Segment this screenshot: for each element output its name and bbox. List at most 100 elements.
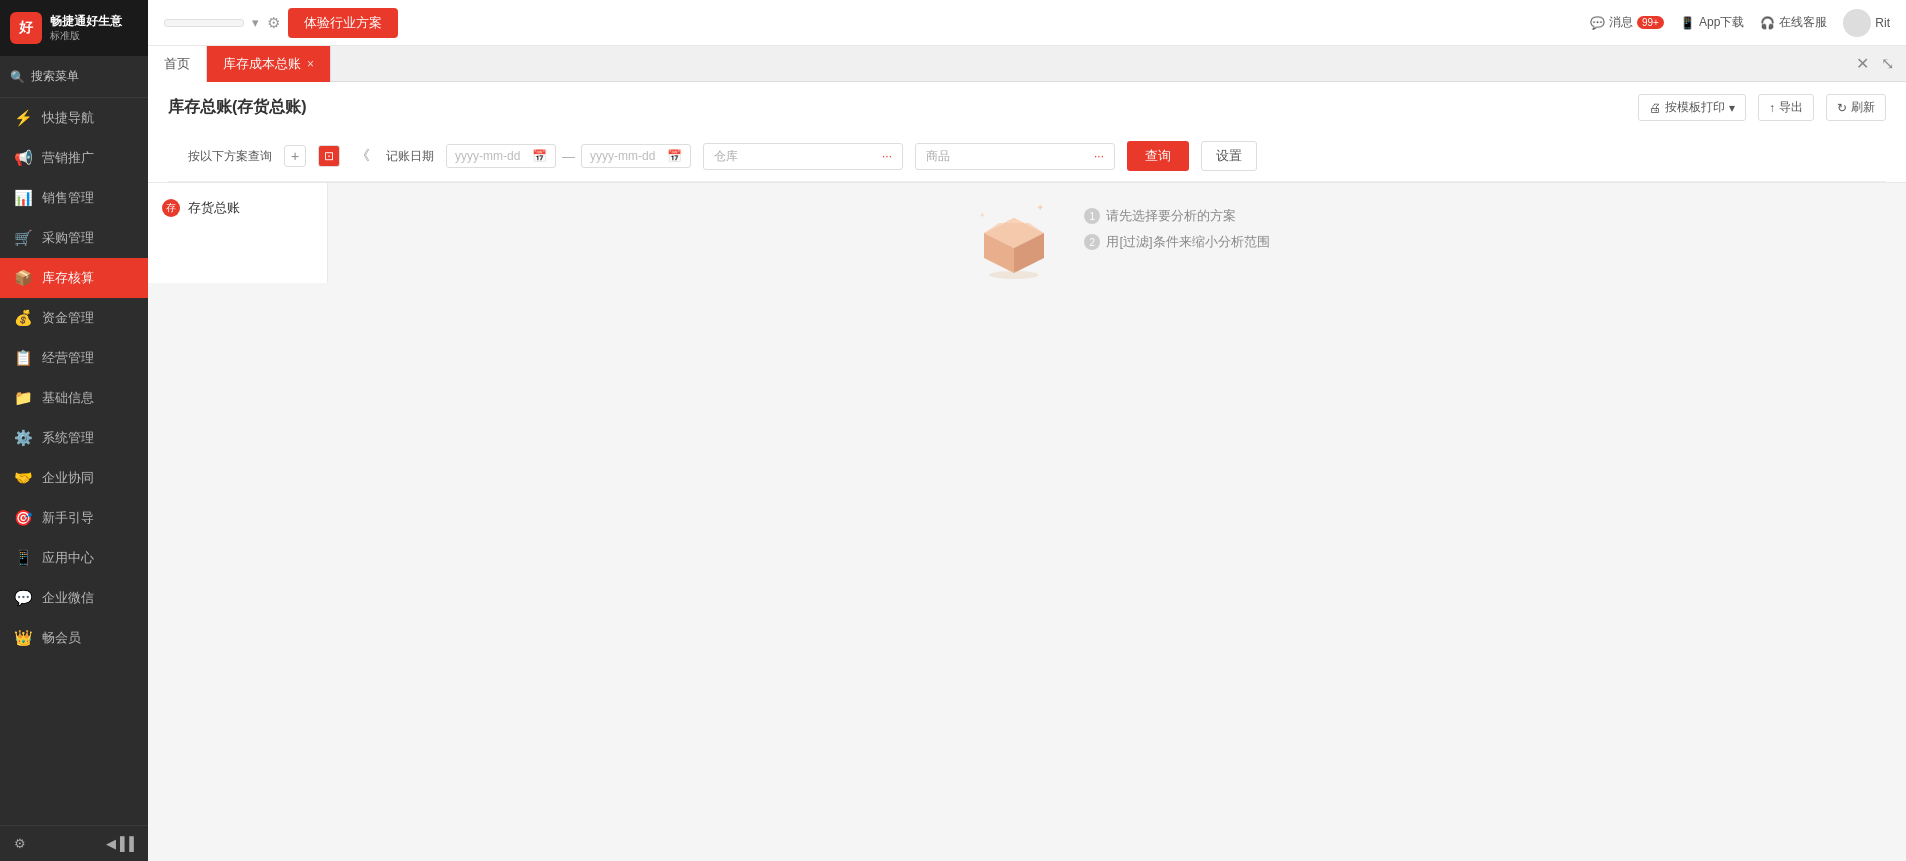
topbar-gear-icon[interactable]: ⚙ [267, 14, 280, 32]
avatar [1843, 9, 1871, 37]
date-input-group: yyyy-mm-dd 📅 — yyyy-mm-dd 📅 [446, 144, 691, 168]
sidebar-item-quick-nav[interactable]: ⚡ 快捷导航 [0, 98, 148, 138]
tab-close-icon[interactable]: × [307, 57, 314, 71]
breadcrumb-chevron-icon[interactable]: ▾ [252, 15, 259, 30]
tab-home[interactable]: 首页 [148, 46, 207, 82]
tip-num-1: 1 [1084, 208, 1100, 224]
sidebar: 好 畅捷通好生意 标准版 🔍 搜索菜单 ⚡ 快捷导航 📢 营销推广 📊 销售管理… [0, 0, 148, 861]
user-avatar-area[interactable]: Rit [1843, 9, 1890, 37]
quick-nav-icon: ⚡ [14, 109, 32, 127]
search-icon: 🔍 [10, 70, 25, 84]
settings-button[interactable]: 设置 [1201, 141, 1257, 171]
print-dropdown-icon: ▾ [1729, 101, 1735, 115]
sidebar-item-system[interactable]: ⚙️ 系统管理 [0, 418, 148, 458]
main-area: ▾ ⚙ 体验行业方案 💬 消息 99+ 📱 App下载 🎧 在线客服 Rit [148, 0, 1906, 861]
topbar: ▾ ⚙ 体验行业方案 💬 消息 99+ 📱 App下载 🎧 在线客服 Rit [148, 0, 1906, 46]
app-download-button[interactable]: 📱 App下载 [1680, 14, 1744, 31]
panel-expand-icon[interactable]: ⤡ [1881, 54, 1894, 73]
svg-text:✦: ✦ [979, 211, 986, 220]
sidebar-logo: 好 畅捷通好生意 标准版 [0, 0, 148, 56]
message-button[interactable]: 💬 消息 99+ [1590, 14, 1664, 31]
filter-collapse-button[interactable]: ⊡ [318, 145, 340, 167]
empty-illustration: ✦ ✦ [964, 183, 1064, 283]
date-separator: — [562, 149, 575, 164]
settings-icon[interactable]: ⚙ [14, 836, 26, 851]
filter-label: 按以下方案查询 [188, 148, 272, 165]
headset-icon: 🎧 [1760, 16, 1775, 30]
content-area: 存 存货总账 ✦ [148, 183, 1906, 283]
warehouse-input[interactable]: 仓库 ··· [703, 143, 903, 170]
page-header-actions: 🖨 按模板打印 ▾ ↑ 导出 ↻ 刷新 [1638, 94, 1886, 121]
logo-text: 畅捷通好生意 标准版 [50, 13, 122, 44]
page-title-row: 库存总账(存货总账) 🖨 按模板打印 ▾ ↑ 导出 ↻ 刷新 [168, 94, 1886, 131]
sales-icon: 📊 [14, 189, 32, 207]
wechat-icon: 💬 [14, 589, 32, 607]
sidebar-item-purchase[interactable]: 🛒 采购管理 [0, 218, 148, 258]
refresh-icon: ↻ [1837, 101, 1847, 115]
online-service-button[interactable]: 🎧 在线客服 [1760, 14, 1827, 31]
empty-tips: 1 请先选择要分析的方案 2 用[过滤]条件来缩小分析范围 [1084, 207, 1269, 259]
refresh-button[interactable]: ↻ 刷新 [1826, 94, 1886, 121]
sidebar-footer: ⚙ ◀▐▐ [0, 825, 148, 861]
audio-icon[interactable]: ◀▐▐ [106, 836, 134, 851]
export-button[interactable]: ↑ 导出 [1758, 94, 1814, 121]
logo-icon: 好 [10, 12, 42, 44]
sidebar-item-basic-info[interactable]: 📁 基础信息 [0, 378, 148, 418]
basic-info-icon: 📁 [14, 389, 32, 407]
date-end-input[interactable]: yyyy-mm-dd 📅 [581, 144, 691, 168]
tip-num-2: 2 [1084, 234, 1100, 250]
scheme-sidebar: 存 存货总账 [148, 183, 328, 283]
tab-inventory-ledger[interactable]: 库存成本总账 × [207, 46, 331, 82]
page-content: 库存总账(存货总账) 🖨 按模板打印 ▾ ↑ 导出 ↻ 刷新 [148, 82, 1906, 861]
topbar-right: 💬 消息 99+ 📱 App下载 🎧 在线客服 Rit [1590, 9, 1890, 37]
panel-close-icon[interactable]: ✕ [1856, 54, 1869, 73]
phone-icon: 📱 [1680, 16, 1695, 30]
topbar-breadcrumb [164, 19, 244, 27]
sidebar-item-marketing[interactable]: 📢 营销推广 [0, 138, 148, 178]
product-input[interactable]: 商品 ··· [915, 143, 1115, 170]
sidebar-item-inventory[interactable]: 📦 库存核算 [0, 258, 148, 298]
date-start-input[interactable]: yyyy-mm-dd 📅 [446, 144, 556, 168]
industry-btn[interactable]: 体验行业方案 [288, 8, 398, 38]
search-menu-button[interactable]: 🔍 搜索菜单 [10, 64, 138, 89]
tabs-bar: 首页 库存成本总账 × ✕ ⤡ [148, 46, 1906, 82]
member-icon: 👑 [14, 629, 32, 647]
calendar-icon: 📅 [532, 149, 547, 163]
sidebar-item-guide[interactable]: 🎯 新手引导 [0, 498, 148, 538]
purchase-icon: 🛒 [14, 229, 32, 247]
page-header: 库存总账(存货总账) 🖨 按模板打印 ▾ ↑ 导出 ↻ 刷新 [148, 82, 1906, 183]
warehouse-more-icon: ··· [882, 149, 892, 163]
system-icon: ⚙️ [14, 429, 32, 447]
date-label: 记账日期 [386, 148, 434, 165]
calendar-end-icon: 📅 [667, 149, 682, 163]
guide-icon: 🎯 [14, 509, 32, 527]
svg-text:✦: ✦ [1036, 202, 1044, 213]
sidebar-item-wechat[interactable]: 💬 企业微信 [0, 578, 148, 618]
cooperation-icon: 🤝 [14, 469, 32, 487]
scheme-item-inventory-ledger[interactable]: 存 存货总账 [148, 191, 327, 225]
svg-point-6 [989, 271, 1039, 279]
sidebar-item-sales[interactable]: 📊 销售管理 [0, 178, 148, 218]
message-icon: 💬 [1590, 16, 1605, 30]
filter-add-button[interactable]: + [284, 145, 306, 167]
search-button[interactable]: 查询 [1127, 141, 1189, 171]
inventory-icon: 📦 [14, 269, 32, 287]
finance-icon: 💰 [14, 309, 32, 327]
marketing-icon: 📢 [14, 149, 32, 167]
sidebar-item-operations[interactable]: 📋 经营管理 [0, 338, 148, 378]
empty-state-area: ✦ ✦ 1 请先选择要分析的方案 2 用[过滤]条件来缩小分析范围 [328, 183, 1906, 283]
sidebar-item-finance[interactable]: 💰 资金管理 [0, 298, 148, 338]
sidebar-item-cooperation[interactable]: 🤝 企业协同 [0, 458, 148, 498]
tab-panel-close-area: ✕ ⤡ [1844, 54, 1906, 73]
scheme-item-icon: 存 [162, 199, 180, 217]
empty-content: ✦ ✦ 1 请先选择要分析的方案 2 用[过滤]条件来缩小分析范围 [964, 183, 1269, 283]
sidebar-item-app-center[interactable]: 📱 应用中心 [0, 538, 148, 578]
print-button[interactable]: 🖨 按模板打印 ▾ [1638, 94, 1746, 121]
operations-icon: 📋 [14, 349, 32, 367]
filter-row: 按以下方案查询 + ⊡ 《 记账日期 yyyy-mm-dd 📅 — yyyy-m… [168, 131, 1886, 182]
sidebar-nav: ⚡ 快捷导航 📢 营销推广 📊 销售管理 🛒 采购管理 📦 库存核算 💰 资金管… [0, 98, 148, 825]
app-center-icon: 📱 [14, 549, 32, 567]
print-icon: 🖨 [1649, 101, 1661, 115]
filter-collapse-arrow[interactable]: 《 [352, 145, 374, 167]
sidebar-item-member[interactable]: 👑 畅会员 [0, 618, 148, 658]
